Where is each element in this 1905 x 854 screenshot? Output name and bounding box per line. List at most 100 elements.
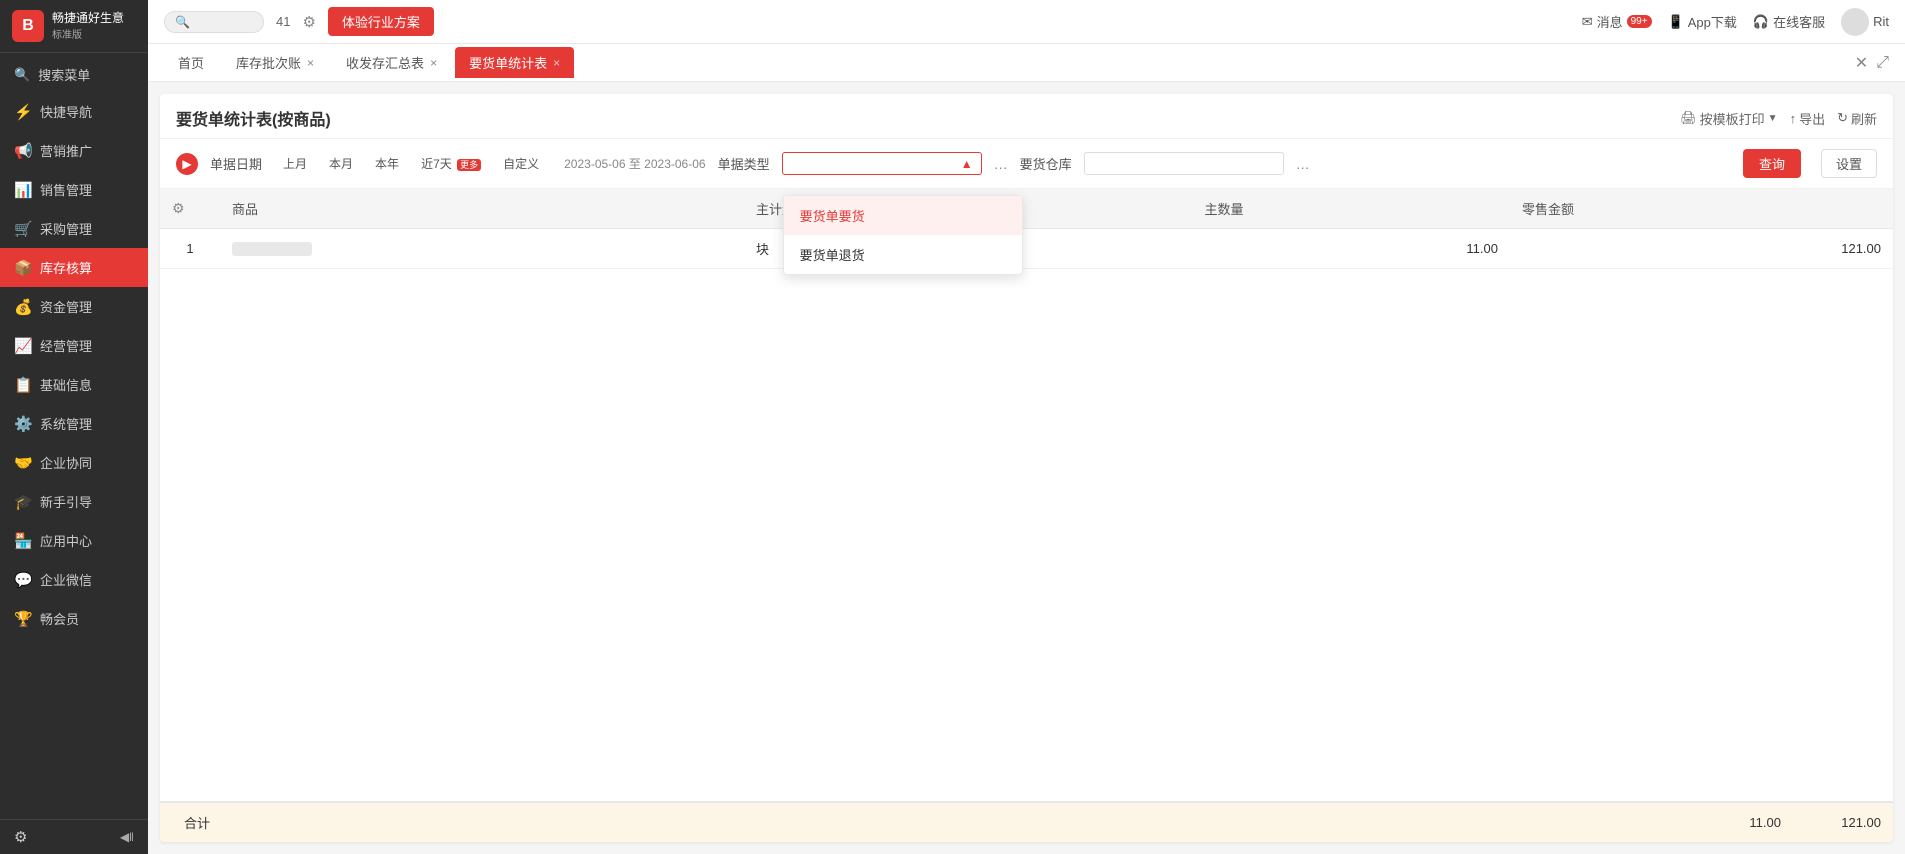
type-dropdown-popup: 要货单要货 要货单退货 [783, 195, 1023, 275]
sidebar-search-label: 搜索菜单 [38, 65, 90, 84]
app-download-label: App下载 [1688, 12, 1737, 31]
marketing-icon: 📢 [14, 142, 32, 160]
cell-no-0: 1 [160, 229, 220, 269]
close-tab-icon[interactable]: ✕ [1855, 53, 1868, 73]
messages-button[interactable]: ✉ 消息 99+ [1582, 12, 1652, 31]
sidebar-item-purchase[interactable]: 🛒采购管理 [0, 209, 148, 248]
trial-button[interactable]: 体验行业方案 [328, 7, 434, 36]
tab-close-collect-summary[interactable]: × [430, 56, 437, 70]
sidebar-item-label: 经营管理 [40, 336, 92, 355]
purchase-icon: 🛒 [14, 220, 32, 238]
sidebar-item-inventory[interactable]: 📦库存核算 [0, 248, 148, 287]
sidebar-item-wechat[interactable]: 💬 企业微信 [0, 560, 148, 599]
page-card: 要货单统计表(按商品) 🖨 按模板打印 ▼ ↑ 导出 ↻ 刷新 [160, 94, 1893, 842]
product-placeholder-0 [232, 242, 312, 256]
query-button[interactable]: 查询 [1743, 149, 1801, 178]
tab-order-stats[interactable]: 要货单统计表× [455, 47, 574, 78]
date-btn-current[interactable]: 本月 [320, 151, 362, 176]
sidebar-header: B 畅捷通好生意 标准版 [0, 0, 148, 53]
sales-icon: 📊 [14, 181, 32, 199]
tabs-bar: 首页库存批次账×收发存汇总表×要货单统计表× ✕ ⤢ [148, 44, 1905, 82]
messages-label: 消息 [1597, 12, 1623, 31]
sidebar-item-quick-nav[interactable]: ⚡快捷导航 [0, 92, 148, 131]
topbar: 🔍 41 ⚙ 体验行业方案 ✉ 消息 99+ 📱 App下载 🎧 在线客服 Ri [148, 0, 1905, 44]
sidebar-footer: ⚙ ◀‖ [0, 819, 148, 854]
app-title: 畅捷通好生意 [52, 11, 124, 27]
tab-batch-account[interactable]: 库存批次账× [222, 47, 328, 78]
tabs-container: 首页库存批次账×收发存汇总表×要货单统计表× [164, 47, 1851, 78]
tab-home[interactable]: 首页 [164, 47, 218, 78]
sidebar-item-sales[interactable]: 📊销售管理 [0, 170, 148, 209]
refresh-button[interactable]: ↻ 刷新 [1837, 109, 1877, 128]
type-filter-input-wrap: ▲ 要货单要货 要货单退货 [782, 152, 982, 175]
sidebar-item-enterprise[interactable]: 🤝企业协同 [0, 443, 148, 482]
topbar-right: ✉ 消息 99+ 📱 App下载 🎧 在线客服 Rit [1582, 8, 1889, 36]
warehouse-filter-input-wrap [1084, 152, 1284, 175]
sidebar-item-label: 畅会员 [40, 609, 79, 628]
sidebar-item-label: 基础信息 [40, 375, 92, 394]
page-header: 要货单统计表(按商品) 🖨 按模板打印 ▼ ↑ 导出 ↻ 刷新 [160, 94, 1893, 139]
print-icon: 🖨 [1680, 110, 1697, 126]
type-dropdown-arrow[interactable]: ▲ [961, 157, 973, 171]
topbar-search[interactable]: 🔍 [164, 11, 264, 33]
user-menu[interactable]: Rit [1841, 8, 1889, 36]
page-header-actions: 🖨 按模板打印 ▼ ↑ 导出 ↻ 刷新 [1680, 109, 1877, 128]
col-settings-icon[interactable]: ⚙ [172, 200, 185, 216]
type-filter-input[interactable] [791, 156, 955, 171]
sidebar-item-basic[interactable]: 📋基础信息 [0, 365, 148, 404]
sidebar-item-operations[interactable]: 📈经营管理 [0, 326, 148, 365]
tab-close-order-stats[interactable]: × [553, 56, 560, 70]
sidebar-item-marketing[interactable]: 📢营销推广 [0, 131, 148, 170]
tabs-right: ✕ ⤢ [1855, 53, 1889, 73]
col-product: 商品 [220, 189, 744, 229]
table-body: 1 块 11.00 121.00 [160, 229, 1893, 269]
sidebar-item-apps[interactable]: 🏪应用中心 [0, 521, 148, 560]
col-settings: ⚙ [160, 189, 220, 229]
warehouse-filter-input[interactable] [1093, 156, 1275, 171]
online-service-button[interactable]: 🎧 在线客服 [1753, 12, 1825, 31]
date-btn-year[interactable]: 本年 [366, 151, 408, 176]
date-btn-up[interactable]: 上月 [274, 151, 316, 176]
warehouse-filter-label: 要货仓库 [1020, 154, 1072, 173]
settings-icon[interactable]: ⚙ [14, 828, 27, 846]
col-amount: 零售金额 [1510, 189, 1893, 229]
expand-tab-icon[interactable]: ⤢ [1876, 54, 1889, 72]
topbar-gear-icon[interactable]: ⚙ [302, 13, 315, 31]
warehouse-more-btn[interactable]: … [1296, 156, 1310, 172]
export-button[interactable]: ↑ 导出 [1790, 109, 1826, 128]
print-arrow: ▼ [1768, 113, 1778, 124]
sidebar-item-guide[interactable]: 🎓新手引导 [0, 482, 148, 521]
sidebar-item-label: 资金管理 [40, 297, 92, 316]
table-area: ⚙ 商品 主计量单位 主数量 零售金额 1 块 11.00 121.00 [160, 189, 1893, 801]
sidebar-item-system[interactable]: ⚙️系统管理 [0, 404, 148, 443]
search-icon-top: 🔍 [175, 15, 190, 29]
wechat-icon: 💬 [14, 571, 32, 589]
page-area: 要货单统计表(按商品) 🖨 按模板打印 ▼ ↑ 导出 ↻ 刷新 [148, 82, 1905, 854]
date-filter-label: 单据日期 [210, 154, 262, 173]
collapse-icon[interactable]: ◀‖ [120, 830, 134, 844]
dropdown-option-order[interactable]: 要货单要货 [784, 196, 1022, 235]
user-name: Rit [1873, 14, 1889, 29]
enterprise-icon: 🤝 [14, 454, 32, 472]
table-row: 1 块 11.00 121.00 [160, 229, 1893, 269]
download-icon: 📱 [1668, 14, 1684, 30]
cell-amount-0: 121.00 [1510, 229, 1893, 269]
sidebar-item-vip[interactable]: 🏆畅会员 [0, 599, 148, 638]
date-btn-custom[interactable]: 自定义 [494, 151, 548, 176]
tab-close-batch-account[interactable]: × [307, 56, 314, 70]
sidebar-item-finance[interactable]: 💰 资金管理 [0, 287, 148, 326]
tab-label-home: 首页 [178, 53, 204, 72]
date-btn-recent[interactable]: 近7天 更多 [412, 151, 490, 176]
tab-collect-summary[interactable]: 收发存汇总表× [332, 47, 451, 78]
col-qty: 主数量 [1192, 189, 1510, 229]
guide-icon: 🎓 [14, 493, 32, 511]
finance-icon: 💰 [14, 298, 32, 316]
dropdown-option-return[interactable]: 要货单退货 [784, 235, 1022, 274]
sidebar-search[interactable]: 🔍 搜索菜单 [0, 57, 148, 92]
sidebar-item-label: 企业微信 [40, 570, 92, 589]
type-more-btn[interactable]: … [994, 156, 1008, 172]
expand-toggle[interactable]: ▶ [176, 153, 198, 175]
app-download-button[interactable]: 📱 App下载 [1668, 12, 1737, 31]
settings-button[interactable]: 设置 [1821, 149, 1877, 178]
print-button[interactable]: 🖨 按模板打印 ▼ [1680, 109, 1777, 128]
